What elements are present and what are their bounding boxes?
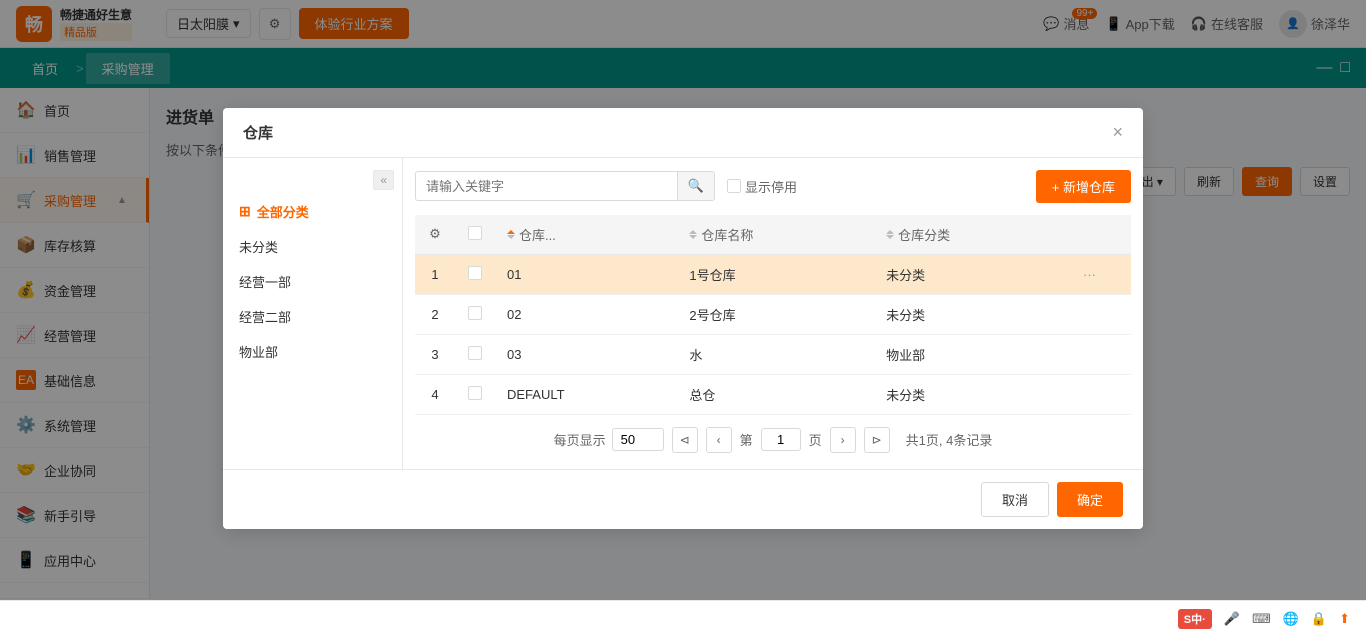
table-row[interactable]: 1 01 1号仓库 未分类 ···	[415, 254, 1131, 294]
keyboard-icon[interactable]: ⌨	[1252, 611, 1271, 627]
row-settings: 1	[415, 254, 455, 294]
next-page-button[interactable]: ›	[830, 427, 856, 453]
upload-icon[interactable]: ⬆	[1339, 611, 1350, 627]
col-code-header: 仓库...	[495, 215, 677, 255]
language-icon[interactable]: 🌐	[1283, 611, 1299, 627]
mic-icon[interactable]: 🎤	[1224, 611, 1240, 627]
cat-item-property[interactable]: 物业部	[223, 334, 402, 369]
more-actions-icon[interactable]: ···	[1083, 267, 1096, 282]
row-category: 未分类	[874, 374, 1071, 414]
row-settings: 3	[415, 334, 455, 374]
input-method-badge[interactable]: S中·	[1178, 609, 1212, 629]
modal-overlay: 仓库 × « ⊞ 全部分类 未分类 经营一部	[0, 0, 1366, 636]
row-name: 1号仓库	[677, 254, 874, 294]
modal-footer: 取消 确定	[223, 469, 1143, 529]
col-name-header: 仓库名称	[677, 215, 874, 255]
per-page-select[interactable]: 50 100	[612, 428, 664, 451]
search-icon[interactable]: 🔍	[677, 172, 714, 200]
confirm-button[interactable]: 确定	[1057, 482, 1123, 517]
row-code: DEFAULT	[495, 374, 677, 414]
pagination: 每页显示 50 100 ⊲ ‹ 第 页 › ⊳ 共1页, 4条记录	[415, 415, 1131, 457]
row-category: 物业部	[874, 334, 1071, 374]
table-header-row: ⚙	[415, 215, 1131, 255]
lock-icon[interactable]: 🔒	[1311, 611, 1327, 627]
select-all-checkbox[interactable]	[468, 226, 482, 240]
table-row[interactable]: 4 DEFAULT 总仓 未分类	[415, 374, 1131, 414]
modal-title: 仓库	[243, 122, 273, 143]
bottom-bar: S中· 🎤 ⌨ 🌐 🔒 ⬆	[0, 600, 1366, 636]
table-row[interactable]: 2 02 2号仓库 未分类	[415, 294, 1131, 334]
cat-item-all[interactable]: ⊞ 全部分类	[223, 194, 402, 229]
sort-icon-cat	[886, 230, 894, 239]
row-settings: 4	[415, 374, 455, 414]
row-actions	[1071, 334, 1131, 374]
show-disabled-label[interactable]: 显示停用	[727, 177, 797, 196]
search-row: 🔍 显示停用 + 新增仓库	[415, 170, 1131, 203]
row-name: 水	[677, 334, 874, 374]
col-checkbox	[455, 215, 495, 255]
page-input[interactable]	[761, 428, 801, 451]
show-disabled-checkbox[interactable]	[727, 179, 741, 193]
row-code: 02	[495, 294, 677, 334]
grid-icon: ⊞	[239, 203, 251, 220]
search-input[interactable]	[416, 173, 677, 200]
row-name: 总仓	[677, 374, 874, 414]
row-category: 未分类	[874, 254, 1071, 294]
cancel-button[interactable]: 取消	[981, 482, 1049, 517]
row-actions	[1071, 374, 1131, 414]
cat-collapse-row: «	[223, 166, 402, 194]
row-actions: ···	[1071, 254, 1131, 294]
cat-item-ops2[interactable]: 经营二部	[223, 299, 402, 334]
add-warehouse-button[interactable]: + 新增仓库	[1036, 170, 1131, 203]
row-code: 01	[495, 254, 677, 294]
row-name: 2号仓库	[677, 294, 874, 334]
cat-item-uncategorized[interactable]: 未分类	[223, 229, 402, 264]
sort-icon-name	[689, 230, 697, 239]
category-sidebar: « ⊞ 全部分类 未分类 经营一部 经营二部 物业部	[223, 158, 403, 469]
table-row[interactable]: 3 03 水 物业部	[415, 334, 1131, 374]
col-actions-header	[1071, 215, 1131, 255]
modal-close-button[interactable]: ×	[1112, 122, 1123, 143]
cat-item-ops1[interactable]: 经营一部	[223, 264, 402, 299]
col-settings: ⚙	[415, 215, 455, 255]
last-page-button[interactable]: ⊳	[864, 427, 890, 453]
total-records: 共1页, 4条记录	[906, 430, 993, 449]
sort-icon	[507, 230, 515, 239]
row-code: 03	[495, 334, 677, 374]
per-page-control: 每页显示 50 100	[554, 428, 664, 451]
modal-body: « ⊞ 全部分类 未分类 经营一部 经营二部 物业部	[223, 158, 1143, 469]
row-actions	[1071, 294, 1131, 334]
col-category-header: 仓库分类	[874, 215, 1071, 255]
collapse-sidebar-button[interactable]: «	[373, 170, 394, 190]
row-settings: 2	[415, 294, 455, 334]
row-category: 未分类	[874, 294, 1071, 334]
warehouse-table: ⚙	[415, 215, 1131, 415]
row-checkbox[interactable]	[455, 254, 495, 294]
first-page-button[interactable]: ⊲	[672, 427, 698, 453]
search-box: 🔍	[415, 171, 715, 201]
row-checkbox[interactable]	[455, 294, 495, 334]
gear-icon: ⚙	[429, 226, 441, 241]
prev-page-button[interactable]: ‹	[706, 427, 732, 453]
row-checkbox[interactable]	[455, 374, 495, 414]
modal-main-content: 🔍 显示停用 + 新增仓库 ⚙	[403, 158, 1143, 469]
modal-header: 仓库 ×	[223, 108, 1143, 158]
warehouse-modal: 仓库 × « ⊞ 全部分类 未分类 经营一部	[223, 108, 1143, 529]
row-checkbox[interactable]	[455, 334, 495, 374]
